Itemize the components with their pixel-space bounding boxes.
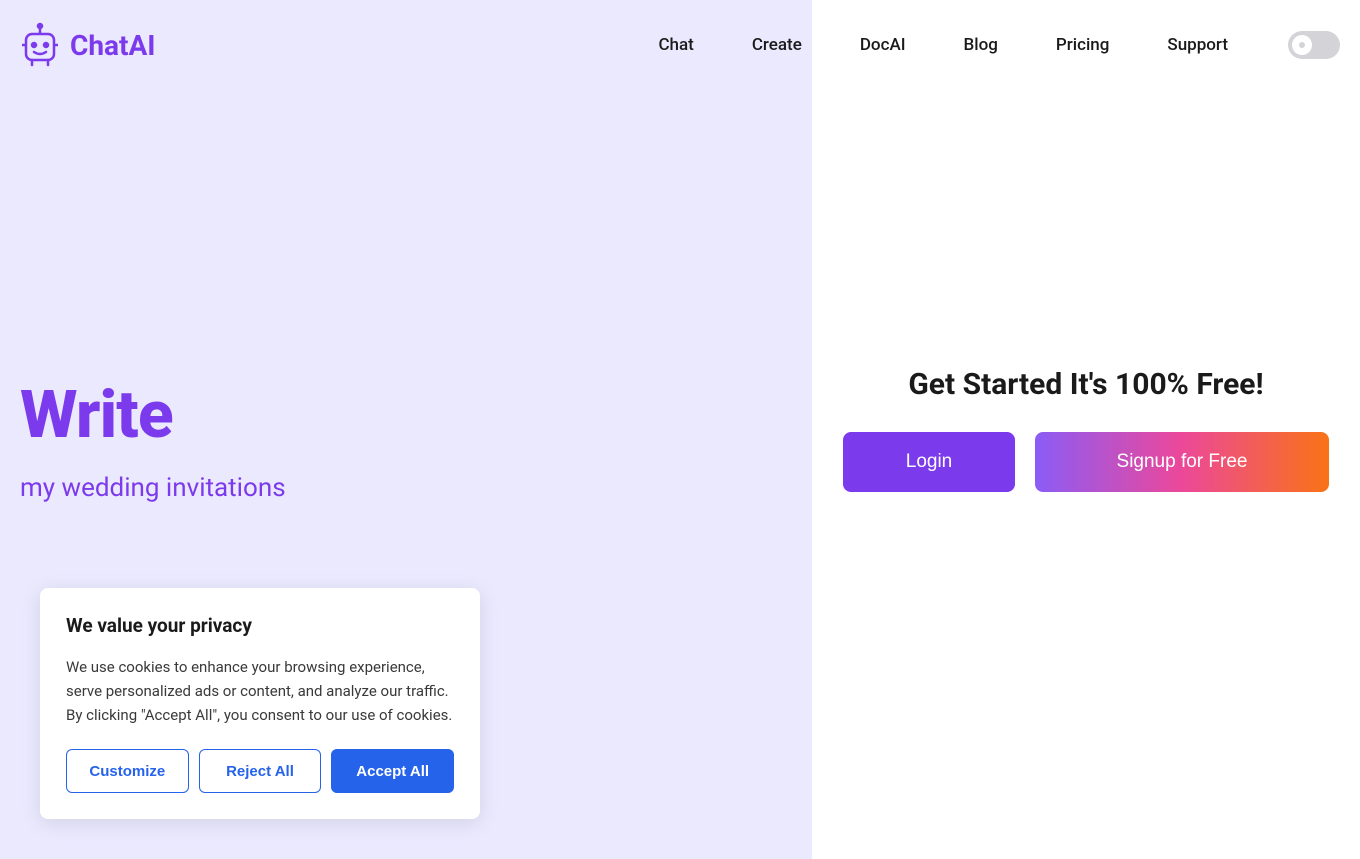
robot-icon xyxy=(20,21,60,69)
cookie-accept-button[interactable]: Accept All xyxy=(331,749,454,793)
toggle-knob xyxy=(1292,35,1312,55)
cookie-reject-button[interactable]: Reject All xyxy=(199,749,322,793)
cta-heading: Get Started It's 100% Free! xyxy=(908,367,1263,402)
nav-pricing[interactable]: Pricing xyxy=(1056,35,1110,55)
cookie-text: We use cookies to enhance your browsing … xyxy=(66,655,454,727)
cookie-title: We value your privacy xyxy=(66,614,454,637)
cookie-modal: We value your privacy We use cookies to … xyxy=(40,588,480,819)
logo-text: ChatAI xyxy=(70,29,155,62)
nav-chat[interactable]: Chat xyxy=(658,35,693,55)
right-panel: Get Started It's 100% Free! Login Signup… xyxy=(812,0,1360,859)
login-button[interactable]: Login xyxy=(843,432,1015,492)
cta-buttons: Login Signup for Free xyxy=(852,432,1320,492)
nav-create[interactable]: Create xyxy=(752,35,802,55)
hero-subtitle: my wedding invitations xyxy=(20,473,286,503)
signup-button[interactable]: Signup for Free xyxy=(1035,432,1329,492)
nav-docai[interactable]: DocAI xyxy=(860,35,906,55)
nav-support[interactable]: Support xyxy=(1167,35,1228,55)
hero-section: Write my wedding invitations xyxy=(20,380,286,503)
theme-toggle[interactable] xyxy=(1288,31,1340,59)
nav-blog[interactable]: Blog xyxy=(964,35,998,55)
nav: Chat Create DocAI Blog Pricing Support xyxy=(658,31,1340,59)
header: ChatAI Chat Create DocAI Blog Pricing Su… xyxy=(0,0,1360,90)
cookie-customize-button[interactable]: Customize xyxy=(66,749,189,793)
hero-title: Write xyxy=(20,380,286,453)
logo[interactable]: ChatAI xyxy=(20,21,155,69)
cta-section: Get Started It's 100% Free! Login Signup… xyxy=(812,367,1360,492)
cookie-buttons: Customize Reject All Accept All xyxy=(66,749,454,793)
